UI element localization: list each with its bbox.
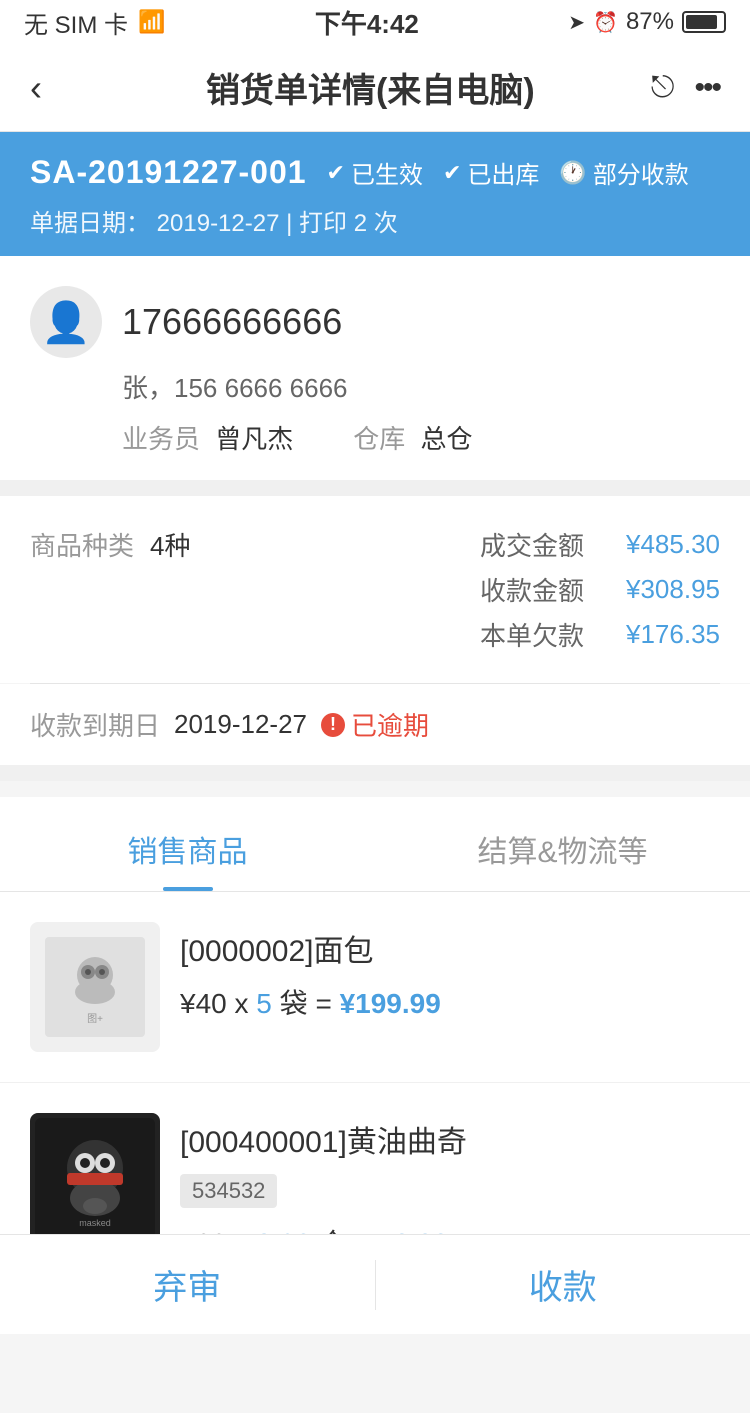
bottom-bar: 弃审 收款 [0, 1234, 750, 1334]
share-icon[interactable]: ⎋ [651, 71, 675, 105]
status-bar: 无 SIM 卡 📶 下午4:42 ➤ ⏰ 87% [0, 0, 750, 44]
product-image-2: masked [30, 1113, 160, 1243]
location-icon: ➤ [568, 10, 585, 35]
carrier-label: 无 SIM 卡 [24, 5, 128, 40]
customer-section: 👤 17666666666 张，156 6666 6666 业务员 曾凡杰 仓库… [0, 256, 750, 480]
product-tag-2: 534532 [180, 1174, 277, 1208]
summary-row: 商品种类 4种 成交金额 ¥485.30 收款金额 ¥308.95 本单欠款 ¥… [30, 526, 720, 653]
deal-amount-row: 成交金额 ¥485.30 [480, 526, 720, 563]
more-icon[interactable]: ••• [694, 71, 720, 105]
warehouse-item: 仓库 总仓 [353, 419, 472, 456]
product-name-1: [0000002]面包 [180, 926, 720, 970]
check-icon-2: ✔ [443, 160, 461, 186]
avatar-icon: 👤 [41, 299, 91, 346]
nav-actions: ⎋ ••• [651, 71, 720, 105]
tab-active-indicator [163, 887, 213, 891]
overdue-icon: ! [321, 713, 345, 737]
overdue-text: 已逾期 [351, 706, 429, 743]
svg-text:图+: 图+ [87, 1013, 103, 1025]
status-right: ➤ ⏰ 87% [568, 8, 726, 36]
battery-icon [682, 11, 726, 33]
due-section: 收款到期日 2019-12-27 ! 已逾期 [0, 684, 750, 765]
battery-label: 87% [626, 8, 674, 36]
staff-item: 业务员 曾凡杰 [122, 419, 293, 456]
order-id: SA-20191227-001 [30, 154, 307, 191]
order-header: SA-20191227-001 ✔ 已生效 ✔ 已出库 🕐 部分收款 单据日期：… [0, 132, 750, 256]
debt-amount: ¥176.35 [626, 619, 720, 650]
status-badge-3: 🕐 部分收款 [559, 155, 688, 190]
status-badge-2: ✔ 已出库 [443, 155, 539, 190]
alarm-icon: ⏰ [593, 10, 618, 35]
customer-name: 17666666666 [122, 301, 342, 343]
check-icon-1: ✔ [327, 160, 345, 186]
receipt-amount: ¥308.95 [626, 574, 720, 605]
cancel-review-button[interactable]: 弃审 [0, 1240, 375, 1329]
products-section: 图+ [0000002]面包 ¥40 x 5 袋 = ¥199.99 [0, 892, 750, 1293]
avatar: 👤 [30, 286, 102, 358]
receipt-amount-row: 收款金额 ¥308.95 [480, 571, 720, 608]
product-placeholder-1: 图+ [45, 937, 145, 1037]
status-time: 下午4:42 [315, 4, 419, 41]
divider-2 [0, 765, 750, 781]
product-placeholder-2: masked [35, 1118, 155, 1238]
product-price-1: ¥40 x 5 袋 = ¥199.99 [180, 982, 720, 1022]
customer-contact: 张，156 6666 6666 [30, 368, 720, 405]
clock-icon: 🕐 [559, 160, 586, 186]
product-item: 图+ [0000002]面包 ¥40 x 5 袋 = ¥199.99 [0, 892, 750, 1083]
nav-bar: ‹ 销货单详情(来自电脑) ⎋ ••• [0, 44, 750, 132]
divider-1 [0, 480, 750, 496]
back-button[interactable]: ‹ [30, 67, 90, 109]
tab-settlement[interactable]: 结算&物流等 [375, 797, 750, 891]
product-image-1: 图+ [30, 922, 160, 1052]
collect-payment-button[interactable]: 收款 [376, 1240, 750, 1329]
status-left: 无 SIM 卡 📶 [24, 5, 165, 40]
tabs-row: 销售商品 结算&物流等 [0, 797, 750, 891]
customer-row: 👤 17666666666 [30, 286, 720, 358]
debt-amount-row: 本单欠款 ¥176.35 [480, 616, 720, 653]
summary-right: 成交金额 ¥485.30 收款金额 ¥308.95 本单欠款 ¥176.35 [480, 526, 720, 653]
product-name-2: [000400001]黄油曲奇 [180, 1117, 720, 1161]
product-info-1: [0000002]面包 ¥40 x 5 袋 = ¥199.99 [180, 922, 720, 1022]
deal-amount: ¥485.30 [626, 529, 720, 560]
overdue-badge: ! 已逾期 [321, 706, 429, 743]
wifi-icon: 📶 [138, 9, 165, 35]
summary-section: 商品种类 4种 成交金额 ¥485.30 收款金额 ¥308.95 本单欠款 ¥… [0, 496, 750, 683]
svg-text:masked: masked [79, 1218, 111, 1228]
order-id-row: SA-20191227-001 ✔ 已生效 ✔ 已出库 🕐 部分收款 [30, 154, 720, 191]
status-badge-1: ✔ 已生效 [327, 155, 423, 190]
order-meta: 单据日期： 2019-12-27 | 打印 2 次 [30, 203, 720, 238]
page-title: 销货单详情(来自电脑) [90, 63, 651, 112]
summary-left: 商品种类 4种 [30, 526, 190, 563]
tabs-section: 销售商品 结算&物流等 [0, 797, 750, 892]
customer-staff-row: 业务员 曾凡杰 仓库 总仓 [30, 419, 720, 456]
tab-sales-products[interactable]: 销售商品 [0, 797, 375, 891]
